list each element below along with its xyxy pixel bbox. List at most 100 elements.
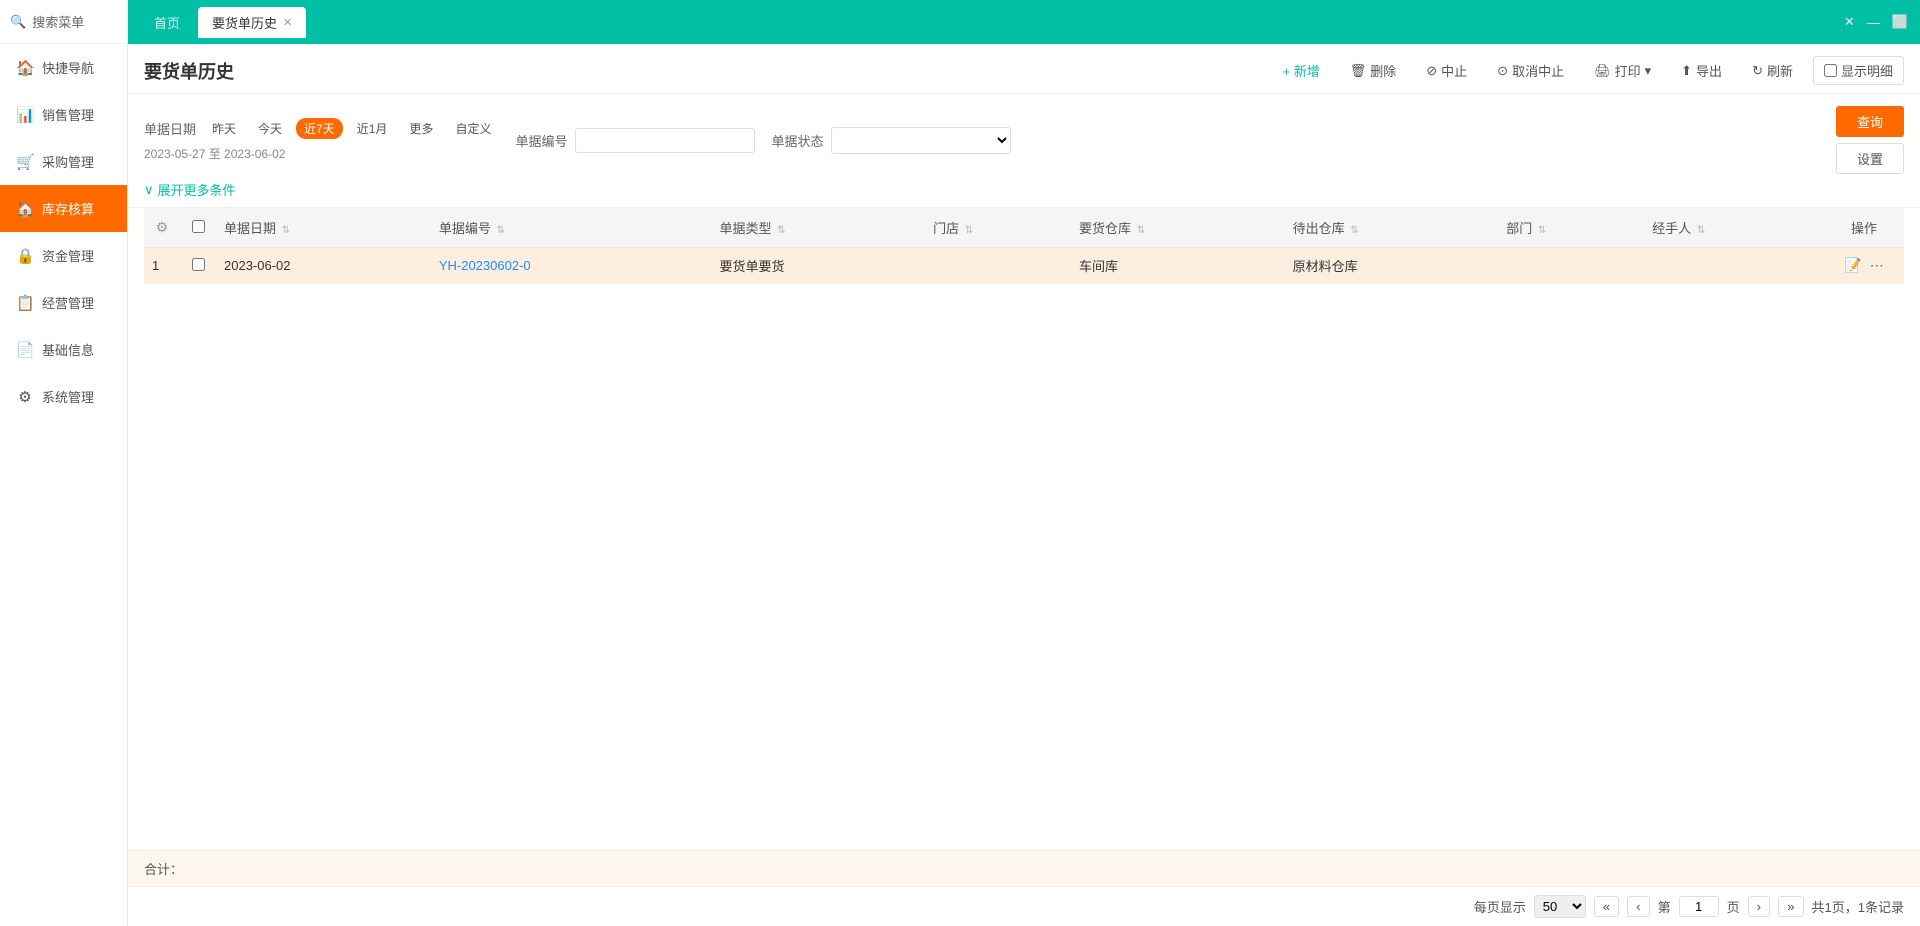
cell-doc-number: YH-20230602-0 (431, 248, 712, 284)
doc-status-label: 单据状态 (771, 131, 823, 150)
page-title: 要货单历史 (144, 58, 234, 84)
expand-more-label: 展开更多条件 (158, 180, 236, 199)
more-icon[interactable]: ⋯ (1870, 257, 1884, 274)
select-all-checkbox[interactable] (192, 220, 205, 233)
sidebar-item-purchase[interactable]: 🛒 采购管理 (0, 138, 127, 185)
sidebar-item-quick-nav[interactable]: 🏠 快捷导航 (0, 44, 127, 91)
col-req-warehouse[interactable]: 要货仓库 ⇅ (1071, 208, 1285, 248)
date-shortcut-yesterday[interactable]: 昨天 (204, 118, 244, 139)
row-checkbox[interactable] (192, 258, 205, 271)
query-button[interactable]: 查询 (1836, 106, 1904, 137)
per-page-select[interactable]: 50 100 200 (1534, 895, 1586, 918)
window-close-btn[interactable]: ✕ (1844, 14, 1855, 30)
sidebar: 🔍 搜索菜单 🏠 快捷导航 📊 销售管理 🛒 采购管理 🏠 库存核算 🔒 资金管… (0, 0, 128, 926)
col-doc-type[interactable]: 单据类型 ⇅ (712, 208, 926, 248)
data-table: ⚙ 单据日期 ⇅ 单据编号 ⇅ (144, 208, 1904, 284)
delete-button[interactable]: 🗑 删除 (1340, 56, 1407, 85)
last-page-btn[interactable]: » (1778, 896, 1803, 917)
per-page-label: 每页显示 (1474, 897, 1526, 916)
page-content: 要货单历史 + 新增 🗑 删除 ⊘ 中止 ⊙ 取消中止 🖨 打印 (128, 44, 1920, 926)
cell-doc-type: 要货单要货 (712, 248, 926, 284)
sidebar-item-system[interactable]: ⚙ 系统管理 (0, 373, 127, 420)
new-button[interactable]: + 新增 (1272, 56, 1329, 85)
cell-index: 1 (144, 248, 180, 284)
delete-icon: 🗑 (1350, 63, 1367, 79)
cell-doc-date: 2023-06-02 (216, 248, 431, 284)
sidebar-search[interactable]: 🔍 搜索菜单 (0, 0, 127, 44)
sidebar-item-label: 快捷导航 (42, 58, 94, 77)
tab-home[interactable]: 首页 (140, 7, 194, 38)
page-number-input[interactable] (1679, 896, 1719, 917)
sort-icon: ⇅ (1697, 225, 1705, 236)
sidebar-item-label: 系统管理 (42, 387, 94, 406)
next-page-btn[interactable]: › (1748, 896, 1770, 917)
sidebar-item-inventory[interactable]: 🏠 库存核算 (0, 185, 127, 232)
sidebar-item-label: 资金管理 (42, 246, 94, 265)
cell-dest-warehouse: 原材料仓库 (1285, 248, 1499, 284)
settings-icon: ⚙ (16, 388, 34, 406)
date-range-display: 2023-05-27 至 2023-06-02 (144, 145, 499, 162)
sidebar-item-basic-info[interactable]: 📄 基础信息 (0, 326, 127, 373)
date-shortcut-1month[interactable]: 近1月 (349, 118, 396, 139)
sort-icon: ⇅ (965, 225, 973, 236)
expand-more-icon: ∨ (144, 182, 154, 198)
doc-number-input[interactable] (575, 128, 755, 153)
top-bar-right: ✕ — ⬜ (1844, 14, 1908, 30)
col-dest-warehouse[interactable]: 待出仓库 ⇅ (1285, 208, 1499, 248)
tab-home-label: 首页 (154, 13, 180, 32)
sidebar-item-finance[interactable]: 🔒 资金管理 (0, 232, 127, 279)
cell-req-warehouse: 车间库 (1071, 248, 1285, 284)
doc-number-link[interactable]: YH-20230602-0 (439, 258, 531, 273)
sort-icon: ⇅ (282, 225, 290, 236)
sort-icon: ⇅ (1137, 225, 1145, 236)
inventory-icon: 🏠 (16, 200, 34, 218)
doc-status-select[interactable] (831, 127, 1011, 154)
cancel-stop-button[interactable]: ⊙ 取消中止 (1487, 56, 1574, 85)
prev-page-btn[interactable]: ‹ (1627, 896, 1649, 917)
date-shortcut-more[interactable]: 更多 (401, 118, 441, 139)
date-shortcuts: 昨天 今天 近7天 近1月 更多 自定义 (204, 118, 499, 139)
filter-row: 单据日期 昨天 今天 近7天 近1月 更多 自定义 2023-05-27 至 2… (144, 106, 1904, 174)
search-icon: 🔍 (10, 14, 26, 30)
pagination: 每页显示 50 100 200 « ‹ 第 页 › » 共1页，1条记录 (128, 886, 1920, 926)
col-handler[interactable]: 经手人 ⇅ (1644, 208, 1824, 248)
chart-icon: 📊 (16, 106, 34, 124)
cell-department (1498, 248, 1644, 284)
refresh-button[interactable]: ↻ 刷新 (1742, 56, 1803, 85)
stop-icon: ⊘ (1426, 63, 1437, 79)
first-page-btn[interactable]: « (1594, 896, 1619, 917)
edit-icon[interactable]: 📝 (1844, 257, 1861, 274)
export-button[interactable]: ⬆ 导出 (1671, 56, 1732, 85)
window-maximize-btn[interactable]: ⬜ (1892, 14, 1908, 30)
column-settings-icon[interactable]: ⚙ (156, 219, 169, 235)
table-footer: 合计： (128, 850, 1920, 886)
display-cell-button[interactable]: 显示明细 (1813, 56, 1904, 85)
tab-close-icon[interactable]: ✕ (283, 16, 292, 29)
col-department[interactable]: 部门 ⇅ (1498, 208, 1644, 248)
sidebar-item-operations[interactable]: 📋 经营管理 (0, 279, 127, 326)
col-doc-number[interactable]: 单据编号 ⇅ (431, 208, 712, 248)
toolbar: + 新增 🗑 删除 ⊘ 中止 ⊙ 取消中止 🖨 打印 ▾ (1272, 56, 1904, 85)
cart-icon: 🛒 (16, 153, 34, 171)
tab-requisition-history[interactable]: 要货单历史 ✕ (198, 7, 306, 38)
col-doc-date[interactable]: 单据日期 ⇅ (216, 208, 431, 248)
col-store[interactable]: 门店 ⇅ (925, 208, 1071, 248)
tab-requisition-history-label: 要货单历史 (212, 13, 277, 32)
sidebar-item-sales[interactable]: 📊 销售管理 (0, 91, 127, 138)
cell-handler (1644, 248, 1824, 284)
date-shortcut-custom[interactable]: 自定义 (447, 118, 499, 139)
expand-more[interactable]: ∨ 展开更多条件 (144, 180, 1904, 199)
table-row: 1 2023-06-02 YH-20230602-0 要货单要货 车间库 原材料… (144, 248, 1904, 284)
window-minimize-btn[interactable]: — (1867, 15, 1880, 30)
document-icon: 📄 (16, 341, 34, 359)
sidebar-item-label: 库存核算 (42, 199, 94, 218)
date-shortcut-7days[interactable]: 近7天 (296, 118, 343, 139)
stop-button[interactable]: ⊘ 中止 (1416, 56, 1477, 85)
print-dropdown-icon: ▾ (1645, 63, 1652, 79)
settings-button[interactable]: 设置 (1836, 143, 1904, 174)
col-settings: ⚙ (144, 208, 180, 248)
display-cell-checkbox[interactable] (1824, 64, 1837, 77)
print-button[interactable]: 🖨 打印 ▾ (1584, 56, 1661, 85)
date-shortcut-today[interactable]: 今天 (250, 118, 290, 139)
total-pages-info: 共1页，1条记录 (1812, 897, 1904, 916)
